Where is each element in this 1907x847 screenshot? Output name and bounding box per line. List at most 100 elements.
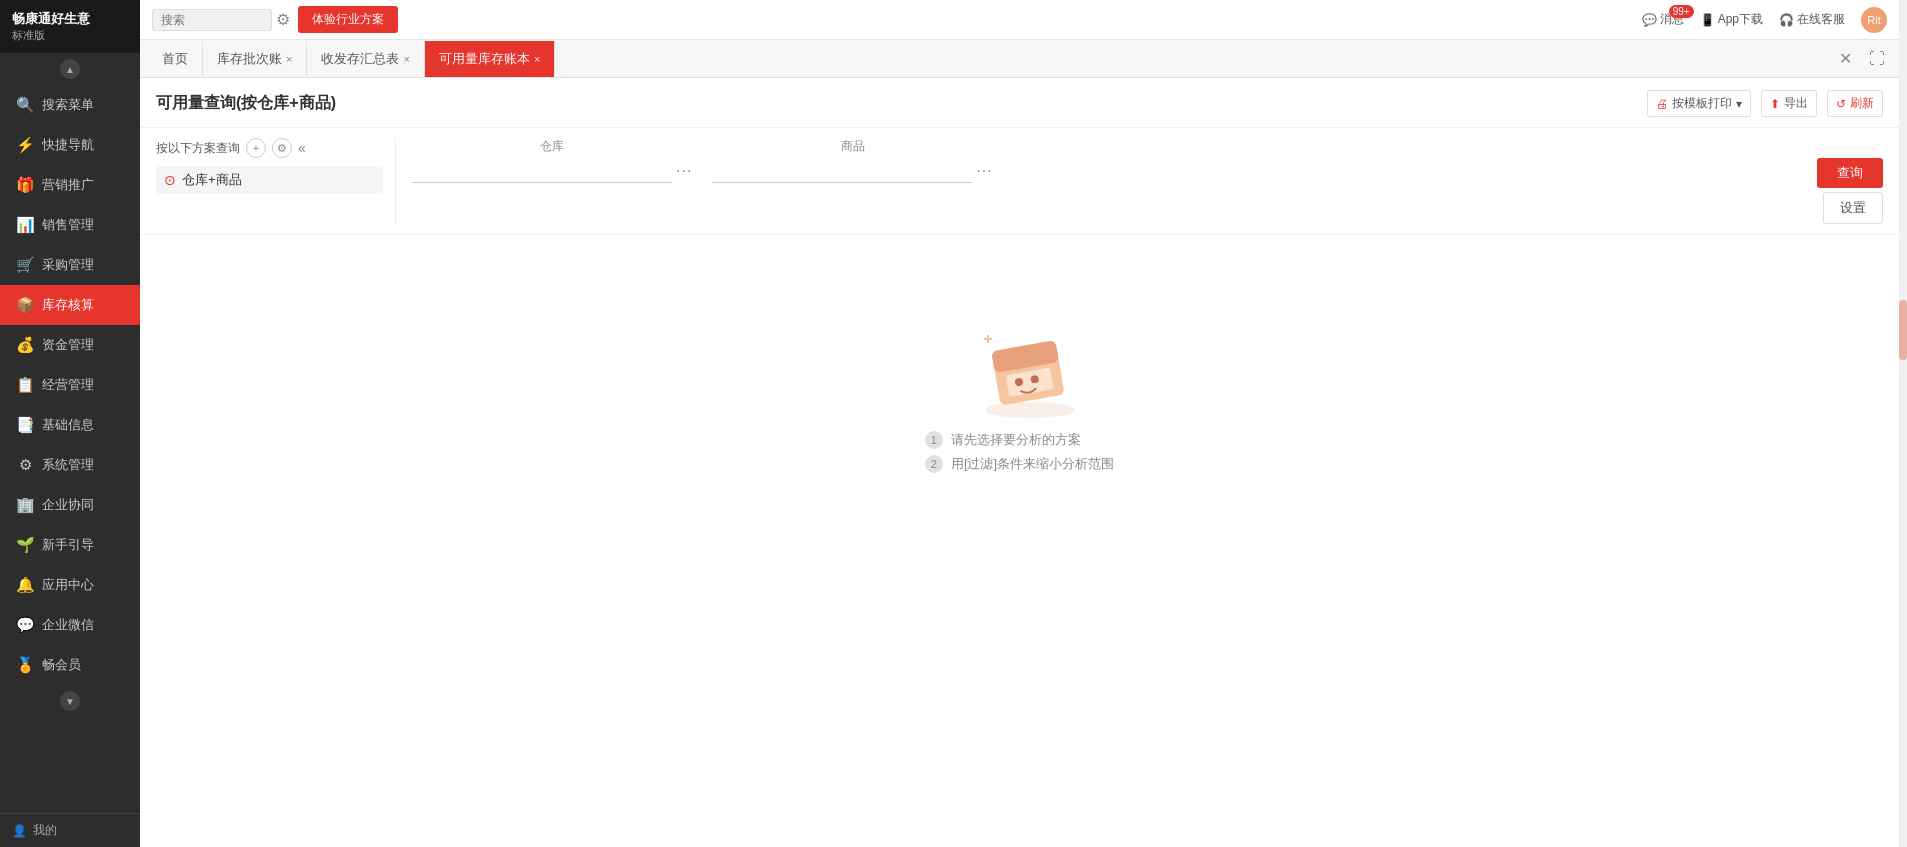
export-btn[interactable]: ⬆ 导出 (1761, 90, 1817, 117)
wechat-icon: 💬 (16, 616, 34, 634)
message-icon: 💬 (1642, 13, 1657, 27)
scheme-item[interactable]: ⊙ 仓库+商品 (156, 166, 383, 194)
warehouse-filter-field: 仓库 ··· (412, 138, 692, 183)
filter-left: 按以下方案查询 + ⚙ « ⊙ 仓库+商品 (156, 138, 396, 224)
print-btn[interactable]: 🖨 按模板打印 ▾ (1647, 90, 1751, 117)
main-area: ⚙ 体验行业方案 💬 消息 99+ 📱 App下载 🎧 在线客服 Rit 首页 (140, 0, 1899, 847)
gear-icon[interactable]: ⚙ (276, 10, 290, 29)
product-input[interactable] (712, 159, 972, 183)
tab-close-batch[interactable]: × (286, 53, 292, 65)
tip-num-2: 2 (925, 455, 943, 473)
sidebar-label-search: 搜索菜单 (42, 96, 94, 114)
sidebar-item-quick-nav[interactable]: ⚡快捷导航 (0, 125, 140, 165)
sidebar-label-basic: 基础信息 (42, 416, 94, 434)
sidebar-item-sales[interactable]: 📊 销售管理 (0, 205, 140, 245)
user-avatar[interactable]: Rit (1861, 7, 1887, 33)
export-icon: ⬆ (1770, 97, 1780, 111)
product-more-btn[interactable]: ··· (976, 162, 992, 180)
tip-text-1: 请先选择要分析的方案 (951, 431, 1081, 449)
empty-illustration (970, 315, 1070, 415)
empty-tips: 1 请先选择要分析的方案 2 用[过滤]条件来缩小分析范围 (925, 431, 1114, 473)
sidebar-label-member: 畅会员 (42, 656, 81, 674)
sidebar-item-apps[interactable]: 🔔应用中心 (0, 565, 140, 605)
sidebar-label-guide: 新手引导 (42, 536, 94, 554)
filter-section-header: 按以下方案查询 + ⚙ « (156, 138, 383, 158)
scheme-icon: ⊙ (164, 172, 176, 188)
maximize-btn[interactable]: ⛶ (1863, 45, 1891, 73)
close-tab-btn[interactable]: ✕ (1831, 45, 1859, 73)
refresh-btn[interactable]: ↺ 刷新 (1827, 90, 1883, 117)
scroll-down-btn[interactable]: ▼ (60, 691, 80, 711)
sidebar-item-finance[interactable]: 💰资金管理 (0, 325, 140, 365)
sidebar-item-enterprise[interactable]: 🏢企业协同 (0, 485, 140, 525)
svg-point-0 (985, 402, 1075, 418)
tab-label-batch: 库存批次账 (217, 50, 282, 68)
industry-btn[interactable]: 体验行业方案 (298, 6, 398, 33)
sidebar-item-guide[interactable]: 🌱新手引导 (0, 525, 140, 565)
operation-icon: 📋 (16, 376, 34, 394)
print-label: 按模板打印 (1672, 95, 1732, 112)
chevron-down-icon: ▾ (1736, 97, 1742, 111)
filter-right: 仓库 ··· 商品 ··· (396, 138, 1883, 224)
sidebar-label-system: 系统管理 (42, 456, 94, 474)
sidebar-item-wechat[interactable]: 💬企业微信 (0, 605, 140, 645)
sidebar-item-search[interactable]: 🔍搜索菜单 (0, 85, 140, 125)
tab-close-summary[interactable]: × (403, 53, 409, 65)
message-btn[interactable]: 💬 消息 99+ (1642, 11, 1684, 28)
tab-close-available[interactable]: × (534, 53, 540, 65)
printer-icon: 🖨 (1656, 97, 1668, 111)
manage-scheme-btn[interactable]: ⚙ (272, 138, 292, 158)
page-content: 可用量查询(按仓库+商品) 🖨 按模板打印 ▾ ⬆ 导出 ↺ 刷新 (140, 78, 1899, 847)
warehouse-input[interactable] (412, 159, 672, 183)
warehouse-more-btn[interactable]: ··· (676, 162, 692, 180)
tab-label-summary: 收发存汇总表 (321, 50, 399, 68)
app-download-btn[interactable]: 📱 App下载 (1700, 11, 1763, 28)
sidebar-label-marketing: 营销推广 (42, 176, 94, 194)
tab-bar: 首页库存批次账×收发存汇总表×可用量库存账本× ✕ ⛶ (140, 40, 1899, 78)
sidebar-label-quick-nav: 快捷导航 (42, 136, 94, 154)
sidebar-item-system[interactable]: ⚙系统管理 (0, 445, 140, 485)
marketing-icon: 🎁 (16, 176, 34, 194)
query-btn[interactable]: 查询 (1817, 158, 1883, 188)
collapse-btn[interactable]: « (298, 140, 306, 156)
scroll-up-area: ▲ (0, 53, 140, 85)
refresh-label: 刷新 (1850, 95, 1874, 112)
sidebar-item-inventory[interactable]: 📦库存核算 (0, 285, 140, 325)
tab-bar-right: ✕ ⛶ (1831, 45, 1899, 73)
online-service-btn[interactable]: 🎧 在线客服 (1779, 11, 1845, 28)
setting-btn[interactable]: 设置 (1823, 192, 1883, 224)
message-badge: 99+ (1669, 5, 1694, 18)
header-search-input[interactable] (152, 9, 272, 31)
sidebar-item-member[interactable]: 🏅畅会员 (0, 645, 140, 685)
sidebar-item-marketing[interactable]: 🎁 营销推广 (0, 165, 140, 205)
tab-summary[interactable]: 收发存汇总表 × (307, 41, 424, 77)
export-label: 导出 (1784, 95, 1808, 112)
sidebar-footer[interactable]: 👤 我的 (0, 813, 140, 847)
sidebar-label-purchase: 采购管理 (42, 256, 94, 274)
scrollbar-thumb[interactable] (1899, 300, 1907, 360)
scroll-up-btn[interactable]: ▲ (60, 59, 80, 79)
tip-num-1: 1 (925, 431, 943, 449)
tab-available[interactable]: 可用量库存账本× (425, 41, 555, 77)
tab-batch[interactable]: 库存批次账 × (203, 41, 307, 77)
sidebar-label-sales: 销售管理 (42, 216, 94, 234)
tab-label-home: 首页 (162, 50, 188, 68)
tab-home[interactable]: 首页 (148, 41, 203, 77)
finance-icon: 💰 (16, 336, 34, 354)
scroll-down-area: ▼ (0, 685, 140, 717)
page-title-bar: 可用量查询(按仓库+商品) 🖨 按模板打印 ▾ ⬆ 导出 ↺ 刷新 (140, 78, 1899, 128)
sales-icon: 📊 (16, 216, 34, 234)
filter-section-label: 按以下方案查询 (156, 140, 240, 157)
page-title-actions: 🖨 按模板打印 ▾ ⬆ 导出 ↺ 刷新 (1647, 90, 1883, 117)
refresh-icon: ↺ (1836, 97, 1846, 111)
service-label: 在线客服 (1797, 11, 1845, 28)
header-search-area: ⚙ (152, 9, 290, 31)
sidebar-item-basic[interactable]: 📑 基础信息 (0, 405, 140, 445)
sidebar-label-inventory: 库存核算 (42, 296, 94, 314)
add-scheme-btn[interactable]: + (246, 138, 266, 158)
sidebar-label-operation: 经营管理 (42, 376, 94, 394)
sidebar-item-purchase[interactable]: 🛒采购管理 (0, 245, 140, 285)
top-header: ⚙ 体验行业方案 💬 消息 99+ 📱 App下载 🎧 在线客服 Rit (140, 0, 1899, 40)
sidebar-item-operation[interactable]: 📋 经营管理 (0, 365, 140, 405)
basic-icon: 📑 (16, 416, 34, 434)
